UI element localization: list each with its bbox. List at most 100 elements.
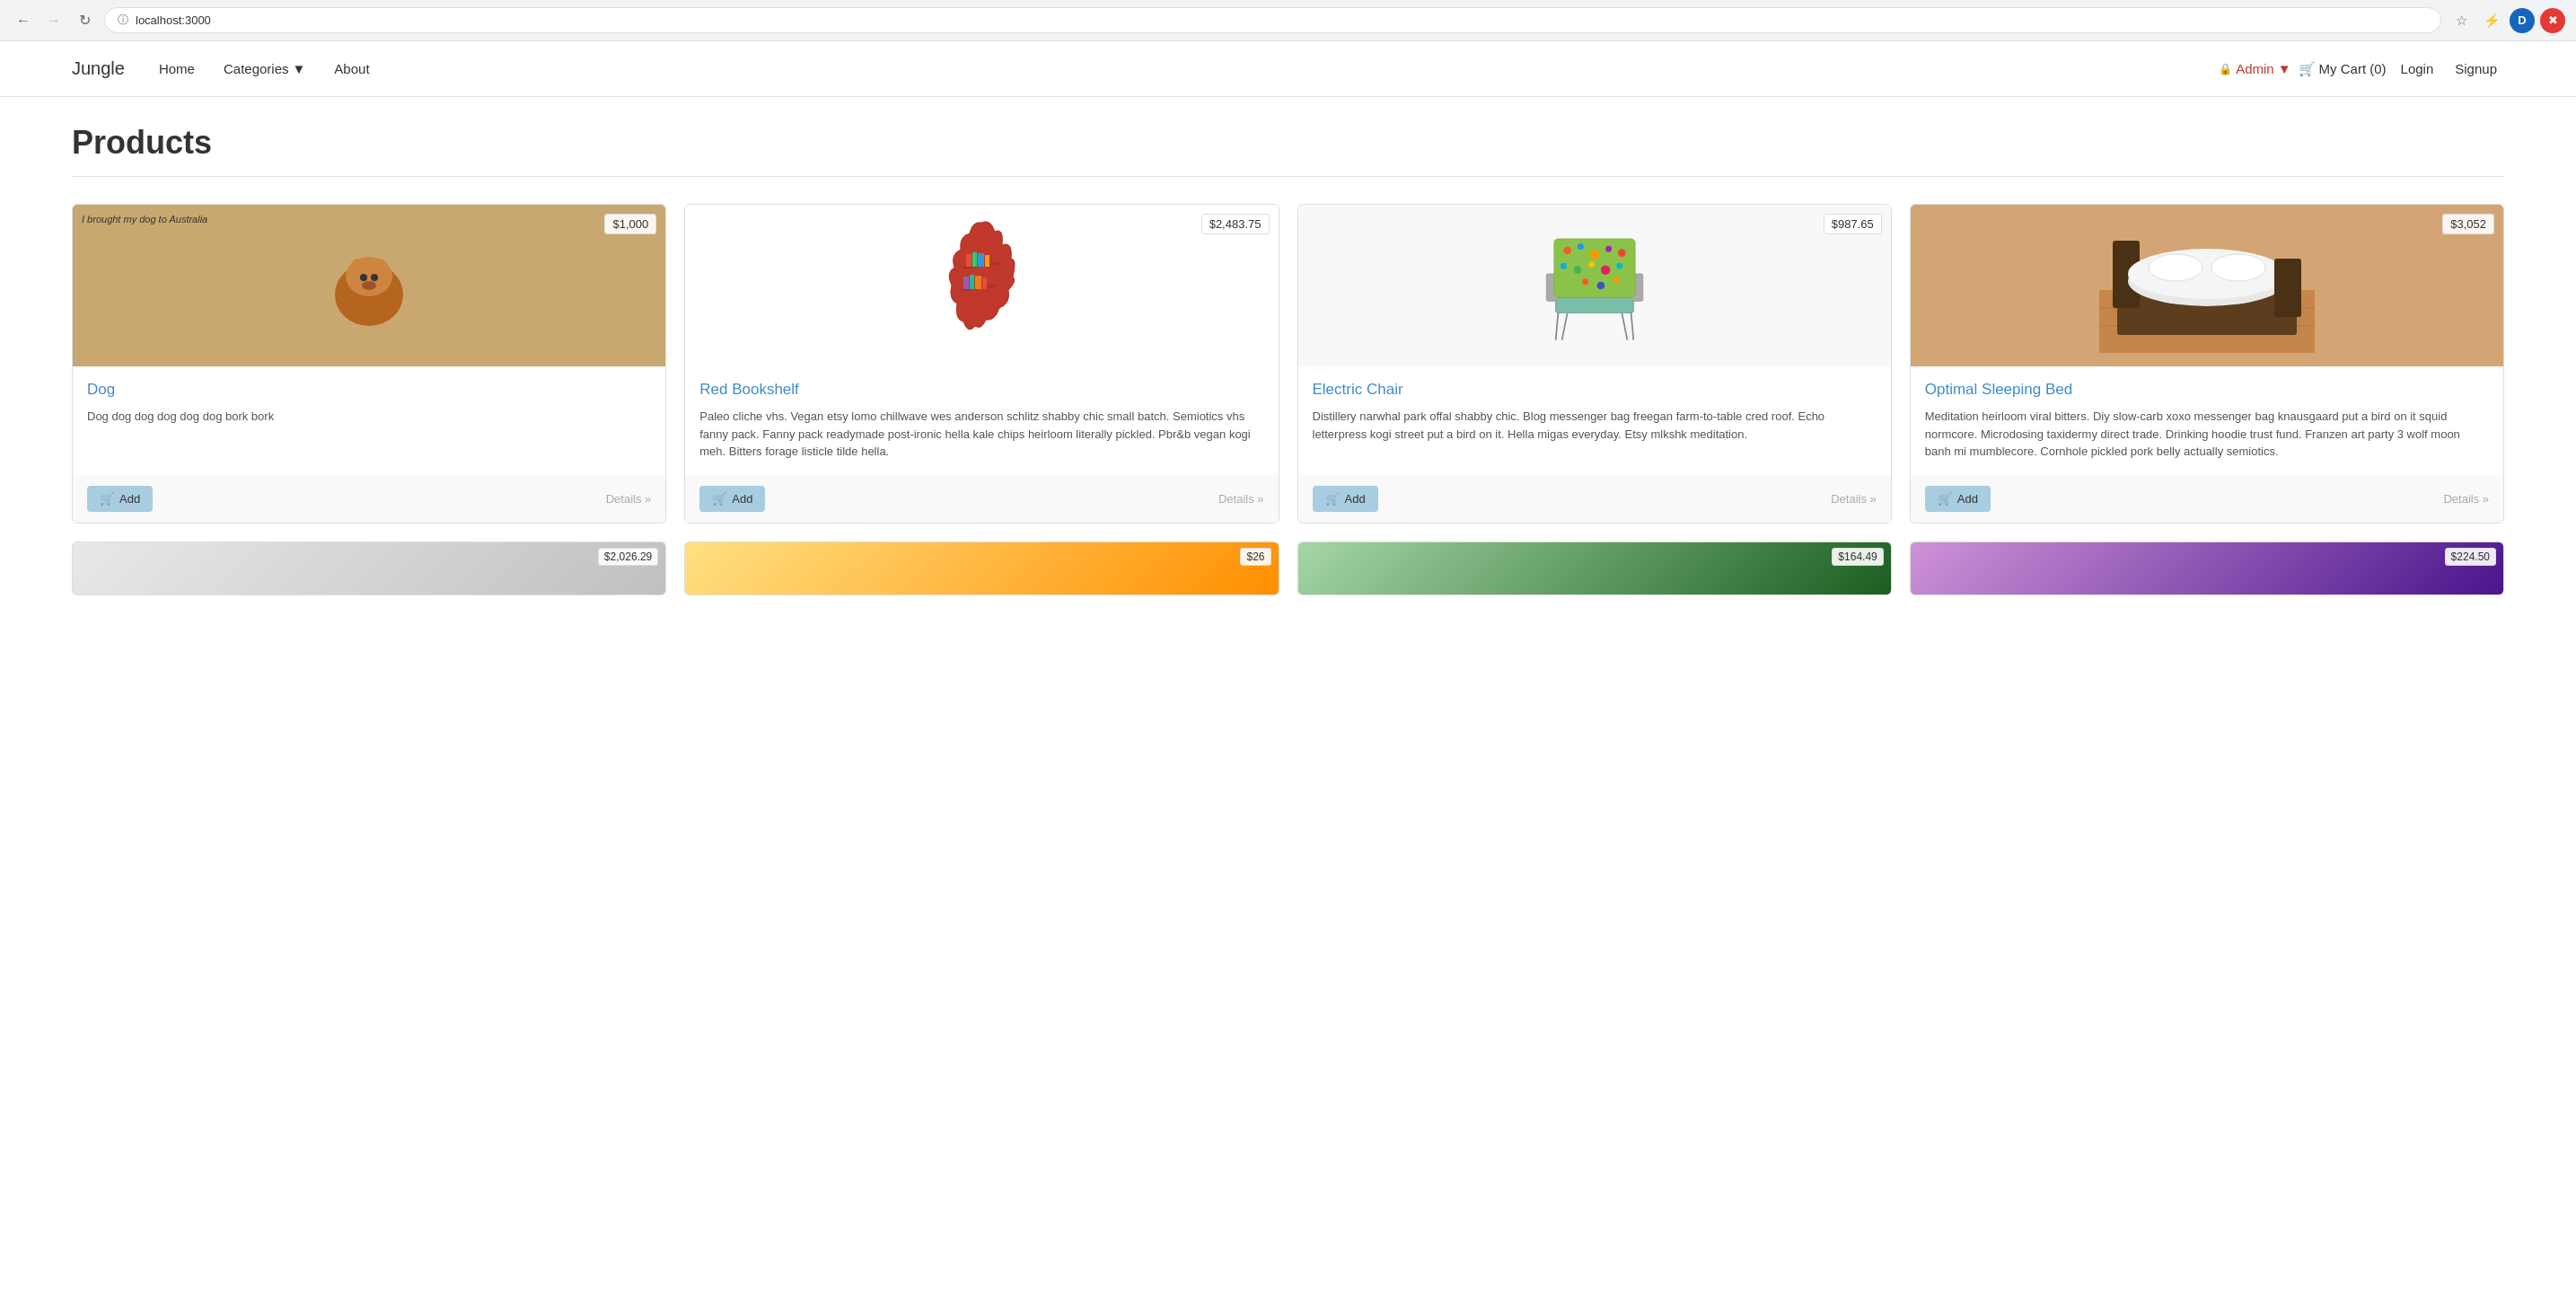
brand-logo[interactable]: Jungle	[72, 58, 125, 79]
price-badge-chair: $987.65	[1824, 214, 1882, 234]
dog-svg	[315, 227, 423, 344]
svg-point-33	[1588, 261, 1595, 268]
bookmark-icon[interactable]: ☆	[2449, 8, 2474, 33]
cart-link[interactable]: 🛒 My Cart (0)	[2299, 61, 2387, 77]
product-image-bookshelf: $2,483.75	[685, 205, 1278, 366]
price-badge-bed: $3,052	[2442, 214, 2494, 234]
partial-card-2: $26	[684, 541, 1279, 595]
product-description-bed: Meditation heirloom viral bitters. Diy s…	[1925, 408, 2489, 461]
browser-nav-buttons: ← → ↻	[11, 8, 97, 33]
svg-point-26	[1563, 247, 1571, 255]
product-image-bed: $3,052	[1911, 205, 2503, 366]
nav-categories[interactable]: Categories ▼	[211, 54, 318, 84]
product-image-dog: I brought my dog to Australia $1,000	[73, 205, 665, 366]
cart-icon-bookshelf: 🛒	[712, 492, 726, 506]
svg-point-48	[2211, 254, 2265, 281]
details-link-dog[interactable]: Details »	[606, 492, 652, 506]
user-red-icon[interactable]: ✖	[2540, 8, 2565, 33]
chevron-down-icon: ▼	[293, 61, 306, 76]
svg-rect-11	[972, 252, 977, 267]
reload-button[interactable]: ↻	[72, 8, 97, 33]
address-bar[interactable]: ⓘ localhost:3000	[104, 7, 2441, 33]
add-button-bookshelf[interactable]: 🛒 Add	[699, 486, 765, 512]
partial-price-2: $26	[1240, 548, 1270, 566]
admin-chevron-icon: ▼	[2278, 61, 2291, 76]
svg-point-34	[1601, 265, 1610, 274]
page-title: Products	[72, 124, 2504, 162]
product-image-chair: $987.65	[1298, 205, 1891, 366]
svg-point-7	[362, 281, 376, 290]
product-name-bed[interactable]: Optimal Sleeping Bed	[1925, 381, 2489, 399]
svg-line-21	[1622, 313, 1627, 339]
partial-price-1: $2,026.29	[598, 548, 658, 566]
back-button[interactable]: ←	[11, 8, 36, 33]
svg-point-39	[1613, 277, 1619, 283]
product-name-dog[interactable]: Dog	[87, 381, 651, 399]
product-name-chair[interactable]: Electric Chair	[1313, 381, 1877, 399]
svg-rect-14	[963, 277, 969, 289]
partial-price-4: $224.50	[2445, 548, 2496, 566]
navbar-right: 🔒 Admin ▼ 🛒 My Cart (0) Login Signup	[2219, 57, 2504, 80]
navbar: Jungle Home Categories ▼ About 🔒 Admin ▼…	[0, 41, 2576, 97]
login-button[interactable]: Login	[2394, 57, 2441, 80]
product-grid: I brought my dog to Australia $1,000	[72, 204, 2504, 524]
product-card-dog: I brought my dog to Australia $1,000	[72, 204, 666, 524]
svg-point-30	[1618, 249, 1626, 257]
svg-point-36	[1566, 279, 1574, 287]
details-link-chair[interactable]: Details »	[1831, 492, 1877, 506]
signup-button[interactable]: Signup	[2448, 57, 2504, 80]
svg-rect-10	[966, 254, 971, 267]
svg-point-32	[1573, 266, 1581, 274]
product-card-chair: $987.65 Electric Chair Distillery narwha…	[1297, 204, 1892, 524]
product-grid-bottom: $2,026.29 $26 $164.49 $224.50	[72, 541, 2504, 595]
dog-image-text: I brought my dog to Australia	[82, 214, 207, 225]
product-name-bookshelf[interactable]: Red Bookshelf	[699, 381, 1263, 399]
svg-point-5	[360, 274, 367, 281]
add-button-bed[interactable]: 🛒 Add	[1925, 486, 1991, 512]
partial-price-3: $164.49	[1832, 548, 1883, 566]
price-badge-bookshelf: $2,483.75	[1201, 214, 1270, 234]
product-footer-bookshelf: 🛒 Add Details »	[685, 475, 1278, 523]
svg-line-20	[1561, 313, 1567, 339]
forward-button[interactable]: →	[41, 8, 66, 33]
partial-card-4: $224.50	[1910, 541, 2504, 595]
product-description-bookshelf: Paleo cliche vhs. Vegan etsy lomo chillw…	[699, 408, 1263, 461]
admin-dropdown[interactable]: 🔒 Admin ▼	[2219, 61, 2290, 76]
product-card-bookshelf: $2,483.75 Red Bookshelf Paleo cliche vhs…	[684, 204, 1279, 524]
extensions-icon[interactable]: ⚡	[2479, 8, 2504, 33]
product-footer-chair: 🛒 Add Details »	[1298, 475, 1891, 523]
product-body-chair: Electric Chair Distillery narwhal park o…	[1298, 366, 1891, 475]
add-button-chair[interactable]: 🛒 Add	[1313, 486, 1378, 512]
user-d-icon[interactable]: D	[2510, 8, 2535, 33]
main-content: Products I brought my dog to Australia	[0, 97, 2576, 622]
product-description-dog: Dog dog dog dog dog dog bork bork	[87, 408, 651, 426]
nav-about[interactable]: About	[321, 54, 382, 84]
svg-point-28	[1589, 250, 1598, 259]
svg-point-47	[2149, 254, 2202, 281]
url-text: localhost:3000	[136, 13, 211, 27]
product-body-dog: Dog Dog dog dog dog dog dog bork bork	[73, 366, 665, 475]
details-link-bed[interactable]: Details »	[2443, 492, 2489, 506]
svg-rect-16	[975, 276, 981, 289]
navbar-links: Home Categories ▼ About	[146, 54, 382, 84]
svg-point-35	[1616, 263, 1622, 269]
browser-toolbar-icons: ☆ ⚡ D ✖	[2449, 8, 2565, 33]
add-button-dog[interactable]: 🛒 Add	[87, 486, 153, 512]
address-lock-icon: ⓘ	[118, 13, 128, 28]
svg-rect-13	[985, 255, 989, 267]
product-footer-bed: 🛒 Add Details »	[1911, 475, 2503, 523]
partial-card-3: $164.49	[1297, 541, 1892, 595]
svg-point-6	[371, 274, 378, 281]
product-body-bed: Optimal Sleeping Bed Meditation heirloom…	[1911, 366, 2503, 475]
details-link-bookshelf[interactable]: Details »	[1218, 492, 1264, 506]
svg-rect-15	[970, 275, 974, 289]
svg-rect-49	[2274, 259, 2301, 317]
svg-point-37	[1582, 278, 1588, 285]
svg-rect-22	[1555, 297, 1633, 313]
nav-home[interactable]: Home	[146, 54, 207, 84]
cart-icon-bed: 🛒	[1938, 492, 1952, 506]
cart-icon: 🛒	[2299, 61, 2316, 77]
svg-point-27	[1578, 243, 1584, 250]
svg-point-29	[1605, 246, 1612, 252]
svg-rect-12	[978, 253, 984, 267]
